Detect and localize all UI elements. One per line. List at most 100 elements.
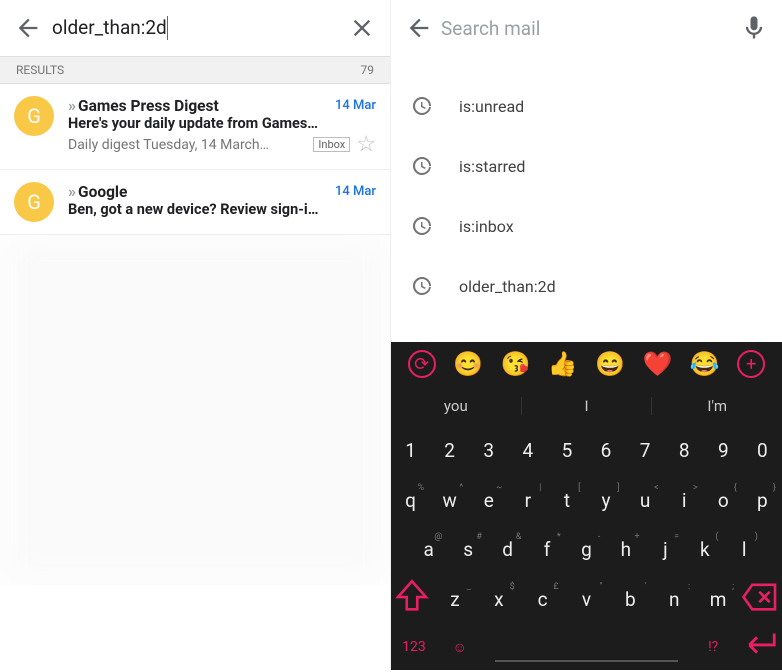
key-alt: ' bbox=[645, 582, 647, 592]
key-y[interactable]: y] bbox=[586, 483, 625, 518]
key-alt: [ bbox=[578, 483, 580, 493]
keyboard[interactable]: ⟳ 😊 😘 👍 😄 ❤️ 😂 + you I I'm 1234567890 q%… bbox=[391, 342, 782, 670]
key-alt: % bbox=[418, 483, 425, 493]
suggestion-row[interactable]: is:inbox bbox=[391, 196, 782, 256]
prediction[interactable]: you bbox=[391, 397, 522, 415]
back-icon[interactable] bbox=[14, 14, 42, 42]
search-input[interactable] bbox=[433, 17, 740, 40]
emoji-key[interactable]: 😄 bbox=[595, 350, 625, 378]
key-8[interactable]: 8 bbox=[665, 433, 704, 468]
key-alt: & bbox=[516, 532, 522, 542]
suggestion-text: is:starred bbox=[459, 157, 525, 176]
key-r[interactable]: r| bbox=[508, 483, 547, 518]
clear-icon[interactable] bbox=[348, 14, 376, 42]
sender: Google bbox=[78, 183, 127, 201]
key-b[interactable]: b' bbox=[608, 582, 652, 617]
key-9[interactable]: 9 bbox=[704, 433, 743, 468]
key-alt: ) bbox=[755, 532, 758, 542]
key-u[interactable]: u< bbox=[626, 483, 665, 518]
search-input[interactable]: older_than:2d bbox=[42, 16, 348, 41]
prediction-row: you I I'm bbox=[391, 386, 782, 426]
key-m[interactable]: m; bbox=[696, 582, 740, 617]
key-e[interactable]: e~ bbox=[469, 483, 508, 518]
key-k[interactable]: k( bbox=[685, 532, 724, 567]
spacebar[interactable] bbox=[495, 632, 679, 662]
key-a[interactable]: a@ bbox=[409, 532, 448, 567]
results-count: 79 bbox=[361, 63, 375, 77]
emoji-key[interactable]: ❤️ bbox=[643, 350, 673, 378]
key-o[interactable]: o{ bbox=[704, 483, 743, 518]
key-v[interactable]: v" bbox=[565, 582, 609, 617]
search-value: older_than:2d bbox=[52, 16, 167, 39]
mic-icon[interactable] bbox=[740, 14, 768, 42]
bottom-row: 123 ☺ !? bbox=[391, 624, 782, 670]
key-0[interactable]: 0 bbox=[743, 433, 782, 468]
emoji-key[interactable]: 😊 bbox=[453, 350, 483, 378]
key-f[interactable]: f* bbox=[527, 532, 566, 567]
key-alt: : bbox=[688, 582, 690, 592]
sender: Games Press Digest bbox=[78, 97, 219, 115]
shift-key[interactable] bbox=[391, 576, 433, 622]
suggestion-row[interactable]: is:unread bbox=[391, 76, 782, 136]
key-d[interactable]: d& bbox=[488, 532, 527, 567]
key-row-1: q%w^e~r|t[y]u<i>o{p} bbox=[391, 476, 782, 526]
backspace-key[interactable] bbox=[740, 576, 782, 622]
key-alt: " bbox=[600, 582, 603, 592]
key-alt: } bbox=[773, 483, 776, 493]
key-alt: = bbox=[674, 532, 679, 542]
punctuation-key[interactable]: !? bbox=[690, 639, 736, 655]
key-z[interactable]: z_ bbox=[433, 582, 477, 617]
prediction[interactable]: I bbox=[522, 397, 653, 415]
key-l[interactable]: l) bbox=[725, 532, 764, 567]
number-row: 1234567890 bbox=[391, 426, 782, 476]
key-s[interactable]: s# bbox=[448, 532, 487, 567]
key-row-2: a@s#d&f*g-h+j=k(l) bbox=[391, 525, 782, 575]
email-row[interactable]: G »Google 14 Mar Ben, got a new device? … bbox=[0, 170, 390, 235]
key-alt: - bbox=[598, 532, 601, 542]
key-3[interactable]: 3 bbox=[469, 433, 508, 468]
key-p[interactable]: p} bbox=[743, 483, 782, 518]
text-cursor bbox=[167, 16, 168, 40]
key-x[interactable]: x$ bbox=[477, 582, 521, 617]
numeric-toggle[interactable]: 123 bbox=[391, 639, 437, 655]
key-c[interactable]: c£ bbox=[521, 582, 565, 617]
key-1[interactable]: 1 bbox=[391, 433, 430, 468]
key-t[interactable]: t[ bbox=[547, 483, 586, 518]
emoji-toggle-icon[interactable]: ☺ bbox=[437, 639, 483, 656]
emoji-add-icon[interactable]: + bbox=[737, 350, 765, 378]
emoji-key[interactable]: 👍 bbox=[548, 350, 578, 378]
back-icon[interactable] bbox=[405, 14, 433, 42]
key-alt: * bbox=[557, 532, 561, 542]
enter-key[interactable] bbox=[736, 622, 782, 672]
key-w[interactable]: w^ bbox=[430, 483, 469, 518]
key-i[interactable]: i> bbox=[665, 483, 704, 518]
key-5[interactable]: 5 bbox=[547, 433, 586, 468]
email-row[interactable]: G »Games Press Digest 14 Mar Here's your… bbox=[0, 84, 390, 170]
prediction[interactable]: I'm bbox=[652, 397, 782, 415]
suggestion-row[interactable]: older_than:2d bbox=[391, 256, 782, 316]
chevron-icon: » bbox=[68, 182, 76, 201]
key-2[interactable]: 2 bbox=[430, 433, 469, 468]
emoji-key[interactable]: 😘 bbox=[501, 350, 531, 378]
key-alt: @ bbox=[434, 532, 442, 542]
key-n[interactable]: n: bbox=[652, 582, 696, 617]
key-alt: £ bbox=[553, 582, 558, 592]
star-icon[interactable]: ☆ bbox=[356, 132, 376, 157]
key-h[interactable]: h+ bbox=[606, 532, 645, 567]
key-row-3: z_x$c£v"b'n:m; bbox=[391, 575, 782, 625]
key-7[interactable]: 7 bbox=[626, 433, 665, 468]
key-alt: ] bbox=[617, 483, 619, 493]
key-g[interactable]: g- bbox=[567, 532, 606, 567]
key-alt: $ bbox=[510, 582, 515, 592]
email-date: 14 Mar bbox=[335, 184, 376, 199]
suggestion-row[interactable]: is:starred bbox=[391, 136, 782, 196]
suggestion-text: is:unread bbox=[459, 97, 524, 116]
emoji-key[interactable]: 😂 bbox=[690, 350, 720, 378]
search-bar bbox=[391, 0, 782, 56]
key-q[interactable]: q% bbox=[391, 483, 430, 518]
key-j[interactable]: j= bbox=[646, 532, 685, 567]
emoji-bar: ⟳ 😊 😘 👍 😄 ❤️ 😂 + bbox=[391, 342, 782, 386]
key-6[interactable]: 6 bbox=[586, 433, 625, 468]
emoji-left-control[interactable]: ⟳ bbox=[408, 350, 436, 378]
key-4[interactable]: 4 bbox=[508, 433, 547, 468]
